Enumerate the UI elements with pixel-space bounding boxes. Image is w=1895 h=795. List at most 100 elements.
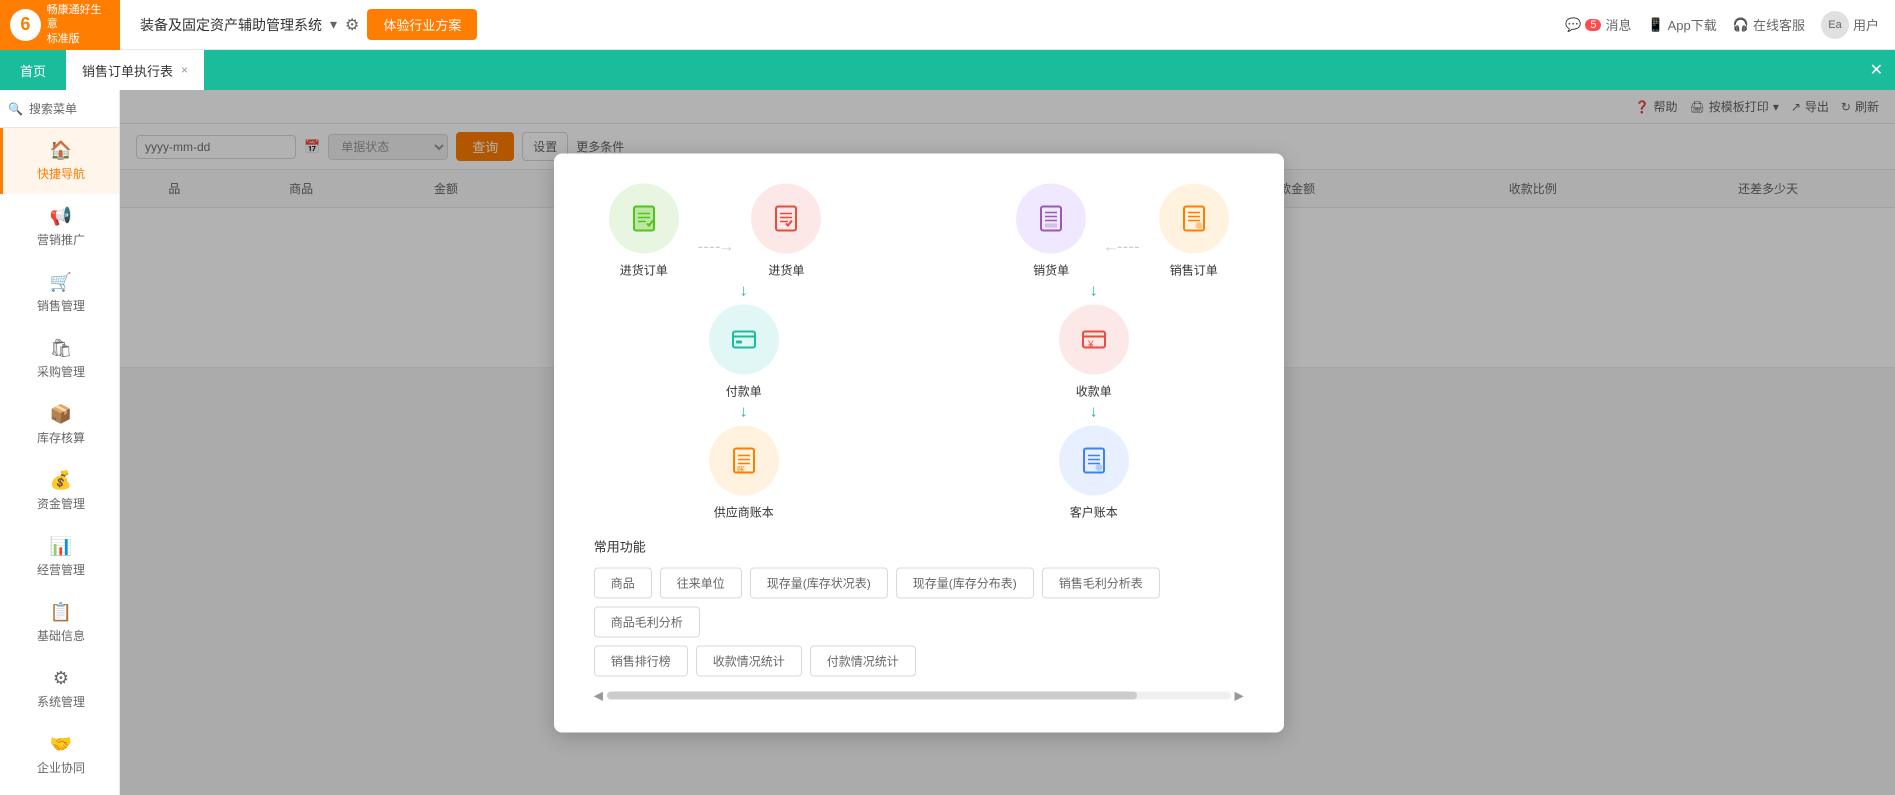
sidebar-item-system[interactable]: ⚙ 系统管理 — [0, 656, 119, 722]
gear-icon: ⚙ — [53, 668, 69, 689]
system-title: 装备及固定资产辅助管理系统 — [140, 15, 322, 35]
megaphone-icon: 📢 — [50, 206, 72, 227]
customer-ledger-label: 客户账本 — [1070, 503, 1118, 520]
func-btn-payment-stats[interactable]: 付款情况统计 — [810, 645, 916, 676]
purchase-label: 进货单 — [768, 261, 804, 278]
arrow-down-receipt: ↓ — [1090, 282, 1098, 300]
scrollbar-track[interactable] — [607, 691, 1231, 699]
customer-ledger-icon — [1059, 425, 1129, 495]
sidebar-item-label: 系统管理 — [37, 693, 85, 710]
func-buttons-row2: 销售排行榜 收款情况统计 付款情况统计 — [594, 645, 1244, 676]
supplier-ledger-label: 供应商账本 — [714, 503, 774, 520]
flow-node-sale[interactable]: 销货单 — [1001, 183, 1101, 278]
common-func-title: 常用功能 — [594, 536, 1244, 555]
tab-close-icon[interactable]: × — [181, 63, 188, 77]
func-btn-sales-rank[interactable]: 销售排行榜 — [594, 645, 688, 676]
arrow-down-payment: ↓ — [740, 282, 748, 300]
settings-btn[interactable]: ⚙ — [345, 15, 359, 35]
flow-spacer2 — [794, 278, 1044, 520]
header-controls: ▾ ⚙ 体验行业方案 — [330, 9, 477, 40]
sidebar-item-guide[interactable]: 🎓 新手引导 — [0, 788, 119, 795]
tab-sales-order[interactable]: 销售订单执行表 × — [66, 50, 204, 90]
sale-label: 销货单 — [1033, 261, 1069, 278]
sidebar-item-basic-info[interactable]: 📋 基础信息 — [0, 590, 119, 656]
payment-label: 付款单 — [726, 382, 762, 399]
func-btn-partner[interactable]: 往来单位 — [660, 567, 742, 598]
payment-icon — [709, 304, 779, 374]
sidebar-item-marketing[interactable]: 📢 营销推广 — [0, 194, 119, 260]
flow-diagram-row1: 进货订单 - - - -→ — [594, 183, 1244, 278]
sidebar-search-label: 搜索菜单 — [29, 100, 77, 117]
system-dropdown-btn[interactable]: ▾ — [330, 16, 337, 33]
logo-area: 6 畅康通好生意 标准版 — [0, 0, 120, 50]
flow-col-payment: ↓ 付款单 — [694, 278, 794, 520]
flow-node-purchase[interactable]: 进货单 — [736, 183, 836, 278]
flow-node-purchase-order[interactable]: 进货订单 — [594, 183, 694, 278]
flow-node-sale-order[interactable]: 销售订单 — [1144, 183, 1244, 278]
flow-node-supplier-ledger[interactable]: 账 供应商账本 — [694, 425, 794, 520]
online-service-btn[interactable]: 🎧 在线客服 — [1733, 15, 1805, 34]
app-download-btn[interactable]: 📱 App下载 — [1647, 15, 1716, 34]
supplier-ledger-icon: 账 — [709, 425, 779, 495]
modal-overlay[interactable]: 进货订单 - - - -→ — [120, 90, 1895, 795]
sale-icon — [1016, 183, 1086, 253]
modal-box: 进货订单 - - - -→ — [554, 153, 1284, 732]
arrow-so-to-sale: - - - -→ — [1105, 238, 1140, 278]
sidebar-item-quicknav[interactable]: 🏠 快捷导航 — [0, 128, 119, 194]
func-btn-stock-status[interactable]: 现存量(库存状况表) — [750, 567, 888, 598]
sidebar-item-label: 企业协同 — [37, 759, 85, 776]
flow-node-customer-ledger[interactable]: 客户账本 — [1044, 425, 1144, 520]
message-icon: 💬 — [1565, 17, 1581, 33]
logo-symbol: 6 — [20, 14, 30, 35]
func-btn-stock-dist[interactable]: 现存量(库存分布表) — [896, 567, 1034, 598]
sidebar-item-inventory[interactable]: 📦 库存核算 — [0, 392, 119, 458]
flow-diagram-row2: ↓ 付款单 — [594, 278, 1244, 520]
flow-node-receipt[interactable]: ¥ 收款单 — [1044, 304, 1144, 399]
func-btn-product-margin[interactable]: 商品毛利分析 — [594, 606, 700, 637]
user-menu[interactable]: Ea 用户 — [1821, 11, 1879, 39]
flow-col-receipt: ↓ ¥ 收款单 — [1044, 278, 1144, 520]
sidebar-search[interactable]: 🔍 搜索菜单 — [0, 90, 119, 128]
sale-order-icon — [1159, 183, 1229, 253]
sidebar-item-label: 库存核算 — [37, 429, 85, 446]
home-icon: 🏠 — [50, 140, 72, 161]
svg-text:账: 账 — [737, 465, 745, 474]
cart-icon: 🛒 — [50, 272, 72, 293]
tab-bar-right: ✕ — [1870, 60, 1895, 80]
sidebar-item-finance[interactable]: 💰 资金管理 — [0, 458, 119, 524]
func-btn-product[interactable]: 商品 — [594, 567, 652, 598]
scrollbar-thumb — [607, 691, 1137, 699]
func-btn-sale-margin[interactable]: 销售毛利分析表 — [1042, 567, 1160, 598]
func-btn-receipt-stats[interactable]: 收款情况统计 — [696, 645, 802, 676]
scroll-right-btn[interactable]: ▶ — [1235, 688, 1244, 702]
scroll-left-btn[interactable]: ◀ — [594, 688, 603, 702]
bag-icon: 🛍 — [50, 338, 73, 359]
svg-text:¥: ¥ — [1087, 339, 1094, 350]
purchase-order-icon — [609, 183, 679, 253]
message-btn[interactable]: 💬 5 消息 — [1565, 15, 1631, 34]
arrow-po-to-pr: - - - -→ — [698, 238, 733, 278]
header-right: 💬 5 消息 📱 App下载 🎧 在线客服 Ea 用户 — [1565, 11, 1879, 39]
user-label: 用户 — [1853, 15, 1879, 34]
window-close-btn[interactable]: ✕ — [1870, 60, 1883, 80]
sidebar-item-business[interactable]: 📊 经营管理 — [0, 524, 119, 590]
avatar: Ea — [1821, 11, 1849, 39]
money-icon: 💰 — [50, 470, 72, 491]
content-area: ❓ 帮助 🖨 按模板打印 ▾ ↗ 导出 ↻ 刷新 📅 单据状态 — [120, 90, 1895, 795]
headset-icon: 🎧 — [1733, 17, 1749, 33]
flow-node-payment[interactable]: 付款单 — [694, 304, 794, 399]
tab-home[interactable]: 首页 — [0, 50, 66, 90]
message-badge: 5 — [1585, 19, 1601, 31]
sidebar-item-purchase[interactable]: 🛍 采购管理 — [0, 326, 119, 392]
scrollbar-container: ◀ ▶ — [594, 688, 1244, 702]
trial-btn[interactable]: 体验行业方案 — [367, 9, 477, 40]
online-service-label: 在线客服 — [1753, 15, 1805, 34]
tab-bar: 首页 销售订单执行表 × ✕ — [0, 50, 1895, 90]
sidebar-item-sales[interactable]: 🛒 销售管理 — [0, 260, 119, 326]
sidebar-item-label: 经营管理 — [37, 561, 85, 578]
tab-sales-order-label: 销售订单执行表 — [82, 61, 173, 80]
sidebar-item-enterprise[interactable]: 🤝 企业协同 — [0, 722, 119, 788]
message-label: 消息 — [1605, 15, 1631, 34]
receipt-label: 收款单 — [1076, 382, 1112, 399]
tab-home-label: 首页 — [20, 61, 46, 80]
